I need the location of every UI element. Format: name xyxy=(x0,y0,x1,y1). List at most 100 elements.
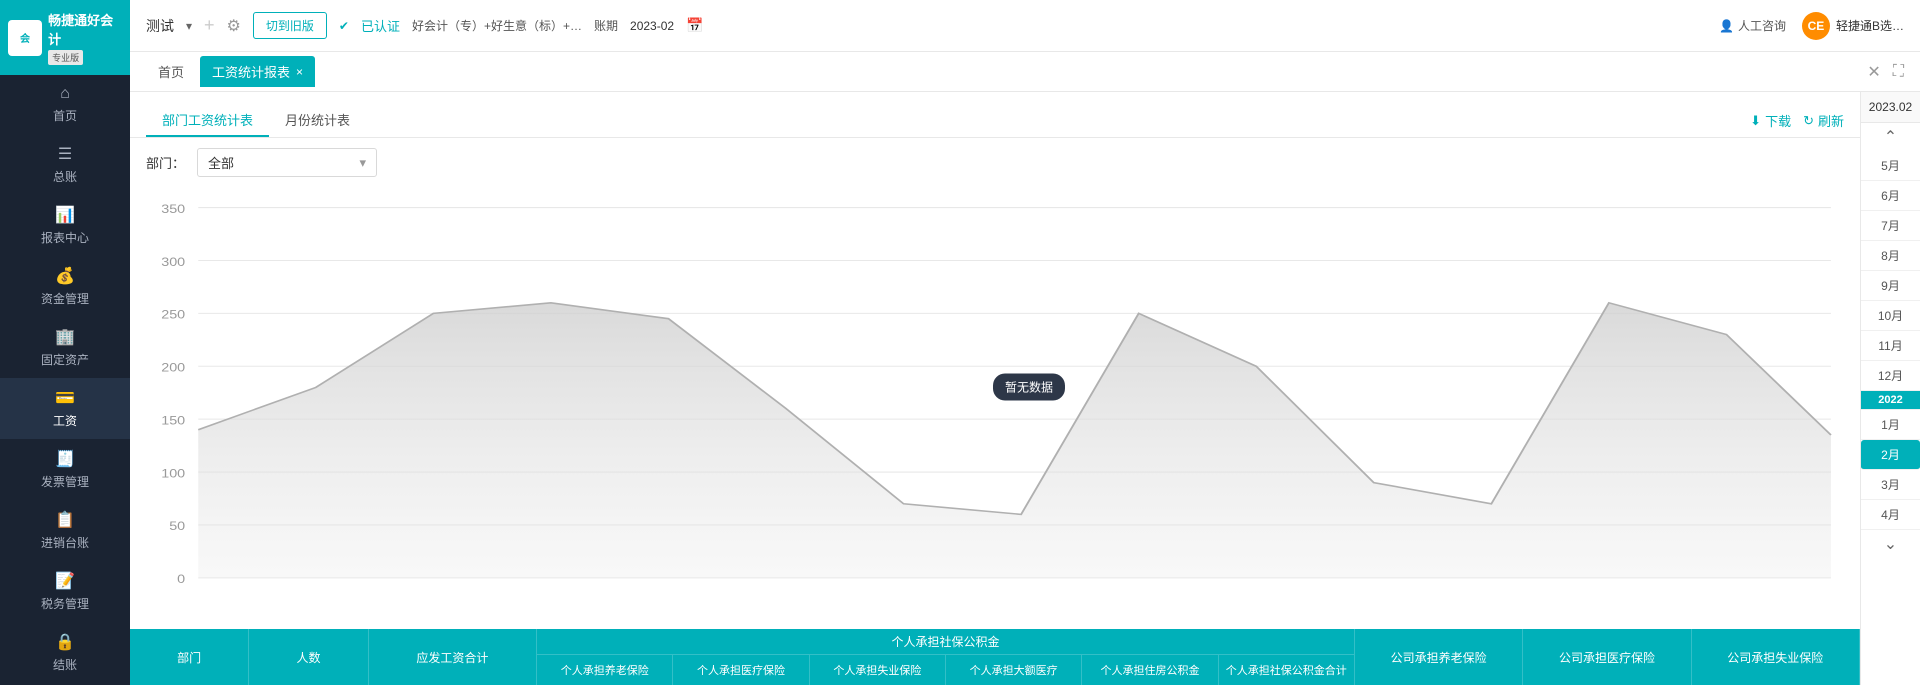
svg-text:100: 100 xyxy=(161,467,185,480)
sidebar-item-close[interactable]: 🔒 结账 xyxy=(0,622,130,683)
tab-home[interactable]: 首页 xyxy=(146,56,196,87)
logo-icon: 会 xyxy=(8,20,42,56)
svg-text:250: 250 xyxy=(161,308,185,321)
topbar: 测试 ▾ + ⚙ 切到旧版 ✔ 已认证 好会计（专）+好生意（标）+… 账期 2… xyxy=(130,0,1920,52)
sidebar-item-invoice[interactable]: 🧾 发票管理 xyxy=(0,439,130,500)
th-personal-pension: 个人承担养老保险 xyxy=(537,655,673,685)
gear-icon[interactable]: ⚙ xyxy=(227,16,241,36)
sidebar-item-reports[interactable]: 📊 报表中心 xyxy=(0,195,130,256)
sidebar-item-tax[interactable]: 📝 税务管理 xyxy=(0,561,130,622)
th-group-cells: 个人承担养老保险 个人承担医疗保险 个人承担失业保险 个人承担大额医疗 个人承担… xyxy=(537,655,1354,685)
chart-tooltip: 暂无数据 xyxy=(993,373,1065,400)
tab-dept-salary[interactable]: 部门工资统计表 xyxy=(146,104,269,137)
sidebar-item-assets[interactable]: 🏢 固定资产 xyxy=(0,317,130,378)
page-main: 部门工资统计表 月份统计表 ⬇ 下载 ↻ 刷新 部门： 全部 xyxy=(130,92,1860,685)
table-header: 部门 人数 应发工资合计 个人承担社保公积金 个人承担养老保险 个人承担医疗保险… xyxy=(130,629,1860,685)
svg-text:200: 200 xyxy=(161,361,185,374)
sidebar-item-label: 进销台账 xyxy=(41,534,89,551)
date-current: 2023.02 xyxy=(1861,92,1920,123)
inout-icon: 📋 xyxy=(55,510,75,530)
home-icon: ⌂ xyxy=(60,85,70,103)
svg-text:0: 0 xyxy=(177,572,185,585)
date-month-10[interactable]: 10月 xyxy=(1861,301,1920,331)
logo-text: 畅捷通好会计 专业版 xyxy=(48,10,122,65)
app-logo: 会 畅捷通好会计 专业版 xyxy=(0,0,130,75)
line-chart: 350 300 250 200 150 100 50 0 xyxy=(146,197,1844,599)
date-up-btn[interactable]: ⌃ xyxy=(1861,123,1920,151)
tab-salary[interactable]: 工资统计报表 × xyxy=(200,56,315,87)
date-2022-4[interactable]: 4月 xyxy=(1861,500,1920,530)
username: 轻捷通B选… xyxy=(1836,17,1904,34)
refresh-btn[interactable]: ↻ 刷新 xyxy=(1803,104,1844,137)
sidebar-item-label: 工资 xyxy=(53,412,77,429)
help-btn[interactable]: 👤 人工咨询 xyxy=(1719,17,1786,34)
sidebar-item-label: 发票管理 xyxy=(41,473,89,490)
help-icon: 👤 xyxy=(1719,19,1734,33)
close-period-icon: 🔒 xyxy=(55,632,75,652)
account-tags: 好会计（专）+好生意（标）+… xyxy=(412,17,582,34)
switch-to-old-btn[interactable]: 切到旧版 xyxy=(253,12,327,39)
svg-text:300: 300 xyxy=(161,255,185,268)
main-area: 测试 ▾ + ⚙ 切到旧版 ✔ 已认证 好会计（专）+好生意（标）+… 账期 2… xyxy=(130,0,1920,685)
sidebar-item-label: 税务管理 xyxy=(41,595,89,612)
chart-container: 350 300 250 200 150 100 50 0 xyxy=(130,187,1860,629)
th-dept: 部门 xyxy=(130,629,249,685)
tab-close-btn[interactable]: × xyxy=(296,65,303,79)
user-menu[interactable]: CE 轻捷通B选… xyxy=(1802,12,1904,40)
sidebar-item-salary[interactable]: 💳 工资 xyxy=(0,378,130,439)
sidebar-item-ledger[interactable]: ☰ 总账 xyxy=(0,134,130,195)
date-down-btn[interactable]: ⌄ xyxy=(1861,530,1920,558)
sidebar-item-label: 报表中心 xyxy=(41,229,89,246)
th-company-unemployment: 公司承担失业保险 xyxy=(1692,629,1860,685)
sidebar: 会 畅捷通好会计 专业版 ⌂ 首页 ☰ 总账 📊 报表中心 💰 资金管理 🏢 固… xyxy=(0,0,130,685)
content-tabs: 首页 工资统计报表 × ✕ ⛶ xyxy=(130,52,1920,92)
topbar-right: 👤 人工咨询 CE 轻捷通B选… xyxy=(1719,12,1904,40)
date-month-5[interactable]: 5月 xyxy=(1861,151,1920,181)
company-dropdown[interactable]: ▾ xyxy=(186,19,192,33)
period-value: 2023-02 xyxy=(630,19,674,33)
th-count: 人数 xyxy=(249,629,368,685)
svg-text:150: 150 xyxy=(161,414,185,427)
sub-tabs: 部门工资统计表 月份统计表 ⬇ 下载 ↻ 刷新 xyxy=(130,92,1860,138)
tab-month-salary[interactable]: 月份统计表 xyxy=(269,104,366,137)
th-personal-housing: 个人承担住房公积金 xyxy=(1082,655,1218,685)
th-personal-medical: 个人承担医疗保险 xyxy=(673,655,809,685)
window-close-btn[interactable]: ✕ xyxy=(1867,62,1880,82)
salary-icon: 💳 xyxy=(55,388,75,408)
calendar-icon[interactable]: 📅 xyxy=(686,17,703,34)
date-month-6[interactable]: 6月 xyxy=(1861,181,1920,211)
add-icon[interactable]: + xyxy=(204,15,215,36)
sidebar-nav: ⌂ 首页 ☰ 总账 📊 报表中心 💰 资金管理 🏢 固定资产 💳 工资 🧾 发票… xyxy=(0,75,130,685)
date-2022-1[interactable]: 1月 xyxy=(1861,410,1920,440)
download-btn[interactable]: ⬇ 下载 xyxy=(1750,104,1791,137)
window-expand-btn[interactable]: ⛶ xyxy=(1893,63,1904,81)
toolbar-actions: ⬇ 下载 ↻ 刷新 xyxy=(1750,104,1844,137)
date-month-12[interactable]: 12月 xyxy=(1861,361,1920,391)
date-year-2022: 2022 xyxy=(1861,391,1920,410)
date-month-7[interactable]: 7月 xyxy=(1861,211,1920,241)
ledger-icon: ☰ xyxy=(58,144,72,164)
sidebar-item-label: 固定资产 xyxy=(41,351,89,368)
sidebar-item-label: 资金管理 xyxy=(41,290,89,307)
chart-area: 350 300 250 200 150 100 50 0 xyxy=(146,197,1844,619)
date-month-11[interactable]: 11月 xyxy=(1861,331,1920,361)
date-panel: 2023.02 ⌃ 5月 6月 7月 8月 9月 10月 11月 12月 202… xyxy=(1860,92,1920,685)
sidebar-item-label: 首页 xyxy=(53,107,77,124)
th-personal-total: 个人承担社保公积金合计 xyxy=(1219,655,1354,685)
th-personal-major-medical: 个人承担大额医疗 xyxy=(946,655,1082,685)
company-title: 测试 xyxy=(146,16,174,36)
avatar: CE xyxy=(1802,12,1830,40)
funds-icon: 💰 xyxy=(55,266,75,286)
dept-select[interactable]: 全部 ▾ xyxy=(197,148,377,177)
th-company-medical: 公司承担医疗保险 xyxy=(1523,629,1691,685)
date-2022-3[interactable]: 3月 xyxy=(1861,470,1920,500)
date-2022-2[interactable]: 2月 xyxy=(1861,440,1920,470)
date-nav-down: ⌄ xyxy=(1861,530,1920,558)
date-month-8[interactable]: 8月 xyxy=(1861,241,1920,271)
th-group-header: 个人承担社保公积金 xyxy=(537,629,1354,655)
chevron-down-icon: ▾ xyxy=(359,155,366,171)
sidebar-item-home[interactable]: ⌂ 首页 xyxy=(0,75,130,134)
sidebar-item-inout[interactable]: 📋 进销台账 xyxy=(0,500,130,561)
sidebar-item-funds[interactable]: 💰 资金管理 xyxy=(0,256,130,317)
date-month-9[interactable]: 9月 xyxy=(1861,271,1920,301)
